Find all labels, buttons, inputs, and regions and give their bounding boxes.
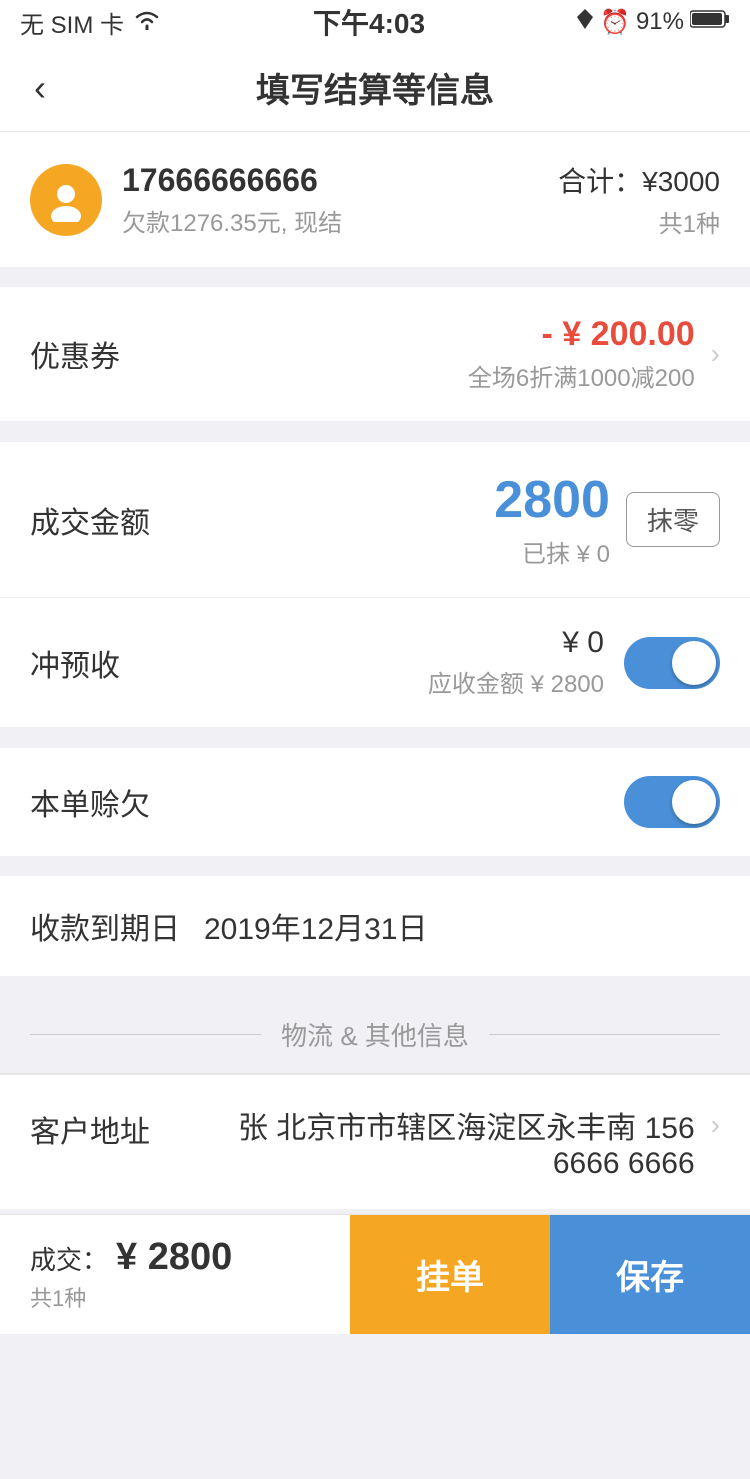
- deal-amount-row: 成交金额 2800 已抹 ¥ 0 抹零: [0, 442, 750, 598]
- back-button[interactable]: ‹: [24, 57, 56, 119]
- nav-bar: ‹ 填写结算等信息: [0, 44, 750, 132]
- customer-right: 合计：¥3000 共1种: [558, 160, 720, 239]
- customer-left: 17666666666 欠款1276.35元, 现结: [30, 162, 342, 238]
- bottom-deal-label: 成交：: [30, 1240, 108, 1277]
- coupon-row[interactable]: 优惠券 - ¥ 200.00 全场6折满1000减200 ›: [0, 287, 750, 422]
- deal-amount-label: 成交金额: [30, 498, 150, 542]
- battery-text: 91%: [636, 8, 684, 36]
- avatar: [30, 164, 102, 236]
- location-icon: [576, 8, 594, 37]
- status-left: 无 SIM 卡: [20, 5, 162, 40]
- wifi-icon: [132, 8, 162, 37]
- round-zero-button[interactable]: 抹零: [626, 492, 720, 547]
- benden-qianqian-label: 本单赊欠: [30, 780, 150, 824]
- due-date-label: 收款到期日: [30, 904, 180, 948]
- due-date-card: 收款到期日 2019年12月31日: [0, 876, 750, 976]
- divider-3: [0, 728, 750, 748]
- chong-amount: ¥ 0: [428, 626, 604, 660]
- customer-row: 17666666666 欠款1276.35元, 现结 合计：¥3000 共1种: [30, 160, 720, 239]
- coupon-chevron-icon: ›: [711, 338, 720, 370]
- coupon-value: - ¥ 200.00: [468, 315, 695, 354]
- deal-amount-right: 2800 已抹 ¥ 0 抹零: [494, 470, 720, 569]
- chong-yushou-toggle[interactable]: [624, 637, 720, 689]
- status-right: ⏰ 91%: [576, 8, 730, 37]
- section-line-right: [489, 1034, 720, 1035]
- deal-amount-value: 2800: [494, 470, 610, 530]
- sim-signal: 无 SIM 卡: [20, 5, 124, 40]
- customer-info: 17666666666 欠款1276.35元, 现结: [122, 162, 342, 238]
- coupon-sub: 全场6折满1000减200: [468, 358, 695, 393]
- customer-phone: 17666666666: [122, 162, 342, 199]
- customer-card: 17666666666 欠款1276.35元, 现结 合计：¥3000 共1种: [0, 132, 750, 267]
- section-header-text: 物流 & 其他信息: [281, 1016, 469, 1053]
- customer-address-right: 张 北京市市辖区海淀区永丰南 156 6666 6666 ›: [150, 1103, 720, 1181]
- chong-sub: 应收金额 ¥ 2800: [428, 664, 604, 699]
- divider-5: [0, 976, 750, 996]
- due-date-row: 收款到期日 2019年12月31日: [30, 904, 720, 948]
- deal-amount-col: 2800 已抹 ¥ 0: [494, 470, 610, 569]
- save-button[interactable]: 保存: [550, 1215, 750, 1334]
- status-time: 下午4:03: [313, 2, 425, 42]
- status-bar: 无 SIM 卡 下午4:03 ⏰ 91%: [0, 0, 750, 44]
- coupon-value-col: - ¥ 200.00 全场6折满1000减200: [468, 315, 695, 393]
- alarm-icon: ⏰: [600, 8, 630, 37]
- page-title: 填写结算等信息: [256, 63, 494, 112]
- chong-yushou-row: 冲预收 ¥ 0 应收金额 ¥ 2800: [0, 598, 750, 728]
- divider-2: [0, 422, 750, 442]
- chong-yushou-text: ¥ 0 应收金额 ¥ 2800: [428, 626, 604, 699]
- bottom-deal-amount: ¥ 2800: [116, 1236, 232, 1279]
- toggle-knob: [672, 641, 716, 685]
- divider-4: [0, 856, 750, 876]
- hold-order-button[interactable]: 挂单: [350, 1215, 550, 1334]
- customer-address-value: 张 北京市市辖区海淀区永丰南 156 6666 6666: [175, 1103, 695, 1181]
- chong-yushou-right: ¥ 0 应收金额 ¥ 2800: [428, 626, 720, 699]
- benden-qianqian-toggle[interactable]: [624, 776, 720, 828]
- bottom-deal-count: 共1种: [30, 1281, 320, 1313]
- chong-yushou-label: 冲预收: [30, 641, 120, 685]
- coupon-label: 优惠券: [30, 332, 120, 376]
- total-amount: 合计：¥3000: [558, 160, 720, 200]
- bottom-summary: 成交： ¥ 2800 共1种: [0, 1215, 350, 1334]
- address-chevron-icon: ›: [711, 1103, 720, 1141]
- logistics-section-header: 物流 & 其他信息: [0, 996, 750, 1073]
- customer-address-row[interactable]: 客户地址 张 北京市市辖区海淀区永丰南 156 6666 6666 ›: [0, 1075, 750, 1209]
- divider-1: [0, 267, 750, 287]
- customer-debt: 欠款1276.35元, 现结: [122, 203, 342, 238]
- total-label: 合计：: [558, 166, 642, 197]
- coupon-right: - ¥ 200.00 全场6折满1000减200 ›: [468, 315, 720, 393]
- toggle-knob-2: [672, 780, 716, 824]
- bottom-bar: 成交： ¥ 2800 共1种 挂单 保存: [0, 1214, 750, 1334]
- customer-address-label: 客户地址: [30, 1103, 150, 1151]
- deal-amount-sub: 已抹 ¥ 0: [494, 534, 610, 569]
- total-value: ¥3000: [642, 166, 720, 197]
- benden-qianqian-row: 本单赊欠: [0, 748, 750, 856]
- section-line-left: [30, 1034, 261, 1035]
- bottom-deal-row: 成交： ¥ 2800: [30, 1236, 320, 1279]
- due-date-value: 2019年12月31日: [204, 904, 427, 948]
- total-count: 共1种: [558, 204, 720, 239]
- battery-icon: [690, 8, 730, 36]
